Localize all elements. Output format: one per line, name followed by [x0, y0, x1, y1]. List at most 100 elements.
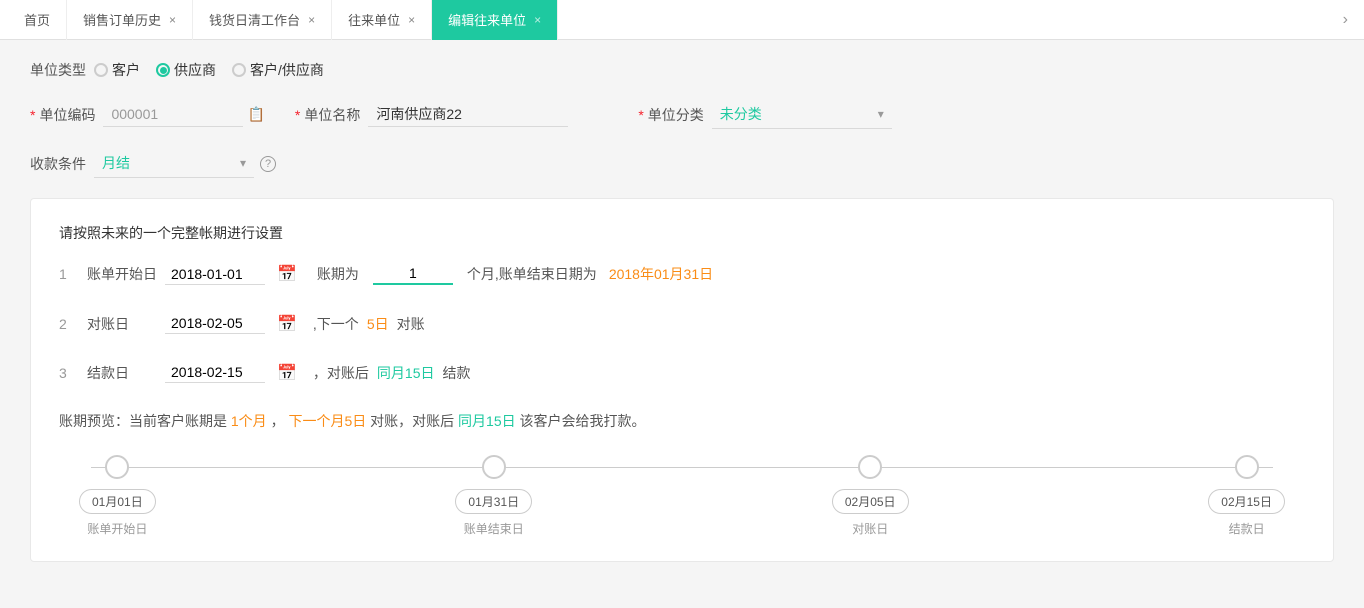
tab-close-cash-work[interactable]: × — [308, 13, 315, 27]
required-star-classify: * — [638, 107, 643, 123]
chevron-down-icon: ▾ — [878, 107, 884, 121]
radio-group-unit-type: 客户 供应商 客户/供应商 — [94, 60, 324, 80]
required-star-code: * — [30, 107, 35, 123]
preview-suffix: 该客户会给我打款。 — [520, 413, 646, 429]
payment-label: 收款条件 — [30, 154, 86, 174]
timeline-items: 01月01日 账单开始日 01月31日 账单结束日 02月05日 对账日 — [79, 455, 1285, 537]
period-highlight-date-1: 2018年01月31日 — [609, 264, 713, 284]
period-num-3: 3 — [59, 365, 79, 381]
preview-text: 账期预览：当前客户账期是 1个月 ， 下一个月5日 对账，对账后 同月15日 该… — [59, 411, 1305, 431]
period-months-input[interactable] — [373, 263, 453, 285]
unit-code-field: * 单位编码 📋 — [30, 102, 265, 127]
timeline-item-2: 01月31日 账单结束日 — [455, 455, 532, 537]
calendar-icon-3[interactable]: 📅 — [277, 363, 297, 383]
radio-circle-customer — [94, 63, 108, 77]
period-num-2: 2 — [59, 316, 79, 332]
period-label-1: 账单开始日 — [87, 264, 157, 284]
tabs-bar: 首页 销售订单历史 × 钱货日清工作台 × 往来单位 × 编辑往来单位 × › — [0, 0, 1364, 40]
period-date-input-2[interactable] — [165, 313, 265, 334]
payment-dropdown[interactable]: 月结 ▾ — [94, 149, 254, 178]
tab-close-partner[interactable]: × — [408, 13, 415, 27]
radio-supplier[interactable]: 供应商 — [156, 60, 216, 80]
unit-type-field: 单位类型 客户 供应商 客户/供应商 — [30, 60, 324, 80]
radio-circle-both — [232, 63, 246, 77]
preview-mid1: ， — [271, 413, 285, 429]
preview-mid2: 对账，对账后 — [370, 413, 454, 429]
timeline-container: 01月01日 账单开始日 01月31日 账单结束日 02月05日 对账日 — [59, 455, 1305, 537]
period-prefix-2: ,下一个 — [313, 314, 359, 334]
unit-code-label: 单位编码 — [39, 105, 95, 125]
page-content: 单位类型 客户 供应商 客户/供应商 — [0, 40, 1364, 582]
radio-label-both: 客户/供应商 — [250, 60, 324, 80]
period-label-2: 对账日 — [87, 314, 157, 334]
tab-cash-work[interactable]: 钱货日清工作台 × — [193, 0, 332, 40]
period-label-3: 结款日 — [87, 363, 157, 383]
period-highlight-3: 同月15日 — [377, 363, 435, 383]
period-suffix-3: 结款 — [443, 363, 471, 383]
period-row-2: 2 对账日 📅 ,下一个 5日 对账 — [59, 313, 1305, 334]
tab-close-sales-history[interactable]: × — [169, 13, 176, 27]
payment-field: 收款条件 月结 ▾ ? — [30, 149, 276, 178]
radio-label-customer: 客户 — [112, 60, 140, 80]
unit-info-row: * 单位编码 📋 * 单位名称 * 单位分类 未分类 ▾ — [30, 100, 1334, 129]
preview-item3: 同月15日 — [458, 413, 516, 429]
radio-inner-supplier — [160, 67, 167, 74]
chevron-down-icon-payment: ▾ — [240, 156, 246, 170]
radio-customer[interactable]: 客户 — [94, 60, 140, 80]
calendar-icon-1[interactable]: 📅 — [277, 264, 297, 284]
period-date-input-1[interactable] — [165, 264, 265, 285]
period-suffix-2: 对账 — [397, 314, 425, 334]
calendar-icon-2[interactable]: 📅 — [277, 314, 297, 334]
unit-classify-value: 未分类 — [720, 104, 870, 124]
required-star-name: * — [295, 107, 300, 123]
unit-classify-dropdown[interactable]: 未分类 ▾ — [712, 100, 892, 129]
tab-edit-partner[interactable]: 编辑往来单位 × — [432, 0, 558, 40]
timeline-item-3: 02月05日 对账日 — [832, 455, 909, 537]
timeline-bubble-2: 01月31日 — [455, 489, 532, 514]
preview-item2: 下一个月5日 — [288, 413, 366, 429]
tab-home[interactable]: 首页 — [8, 0, 67, 40]
radio-both[interactable]: 客户/供应商 — [232, 60, 324, 80]
timeline-label-3: 对账日 — [852, 520, 888, 537]
preview-item1: 1个月 — [231, 413, 267, 429]
unit-classify-label: 单位分类 — [648, 105, 704, 125]
radio-label-supplier: 供应商 — [174, 60, 216, 80]
timeline-label-4: 结款日 — [1229, 520, 1265, 537]
period-prefix-3: ，对账后 — [313, 363, 369, 383]
period-title: 请按照未来的一个完整帐期进行设置 — [59, 223, 1305, 243]
help-icon[interactable]: ? — [260, 156, 276, 172]
payment-value: 月结 — [102, 153, 232, 173]
unit-classify-field: * 单位分类 未分类 ▾ — [638, 100, 891, 129]
preview-prefix: 账期预览：当前客户账期是 — [59, 413, 227, 429]
unit-name-field: * 单位名称 — [295, 102, 568, 127]
timeline-item-4: 02月15日 结款日 — [1208, 455, 1285, 537]
period-row-1: 1 账单开始日 📅 账期为 个月,账单结束日期为 2018年01月31日 — [59, 263, 1305, 285]
timeline-dot-4 — [1235, 455, 1259, 479]
timeline-dot-1 — [105, 455, 129, 479]
timeline-bubble-4: 02月15日 — [1208, 489, 1285, 514]
period-mid-text-1: 账期为 — [317, 264, 359, 284]
tab-partner[interactable]: 往来单位 × — [332, 0, 432, 40]
payment-row: 收款条件 月结 ▾ ? — [30, 149, 1334, 178]
period-highlight-2: 5日 — [367, 314, 389, 334]
tab-close-edit-partner[interactable]: × — [534, 13, 541, 27]
radio-circle-supplier — [156, 63, 170, 77]
unit-type-row: 单位类型 客户 供应商 客户/供应商 — [30, 60, 1334, 80]
timeline-bubble-3: 02月05日 — [832, 489, 909, 514]
tab-sales-history[interactable]: 销售订单历史 × — [67, 0, 193, 40]
unit-name-label: 单位名称 — [304, 105, 360, 125]
timeline-dot-2 — [482, 455, 506, 479]
unit-type-label: 单位类型 — [30, 60, 86, 80]
timeline-dot-3 — [858, 455, 882, 479]
timeline-item-1: 01月01日 账单开始日 — [79, 455, 156, 537]
unit-code-input[interactable] — [103, 102, 243, 127]
timeline-label-1: 账单开始日 — [87, 520, 147, 537]
unit-name-input[interactable] — [368, 102, 568, 127]
copy-icon[interactable]: 📋 — [247, 106, 264, 123]
period-date-input-3[interactable] — [165, 362, 265, 383]
period-box: 请按照未来的一个完整帐期进行设置 1 账单开始日 📅 账期为 个月,账单结束日期… — [30, 198, 1334, 562]
period-row-3: 3 结款日 📅 ，对账后 同月15日 结款 — [59, 362, 1305, 383]
period-suffix-1: 个月,账单结束日期为 — [467, 264, 597, 284]
tab-more-button[interactable]: › — [1335, 11, 1356, 29]
period-num-1: 1 — [59, 266, 79, 282]
